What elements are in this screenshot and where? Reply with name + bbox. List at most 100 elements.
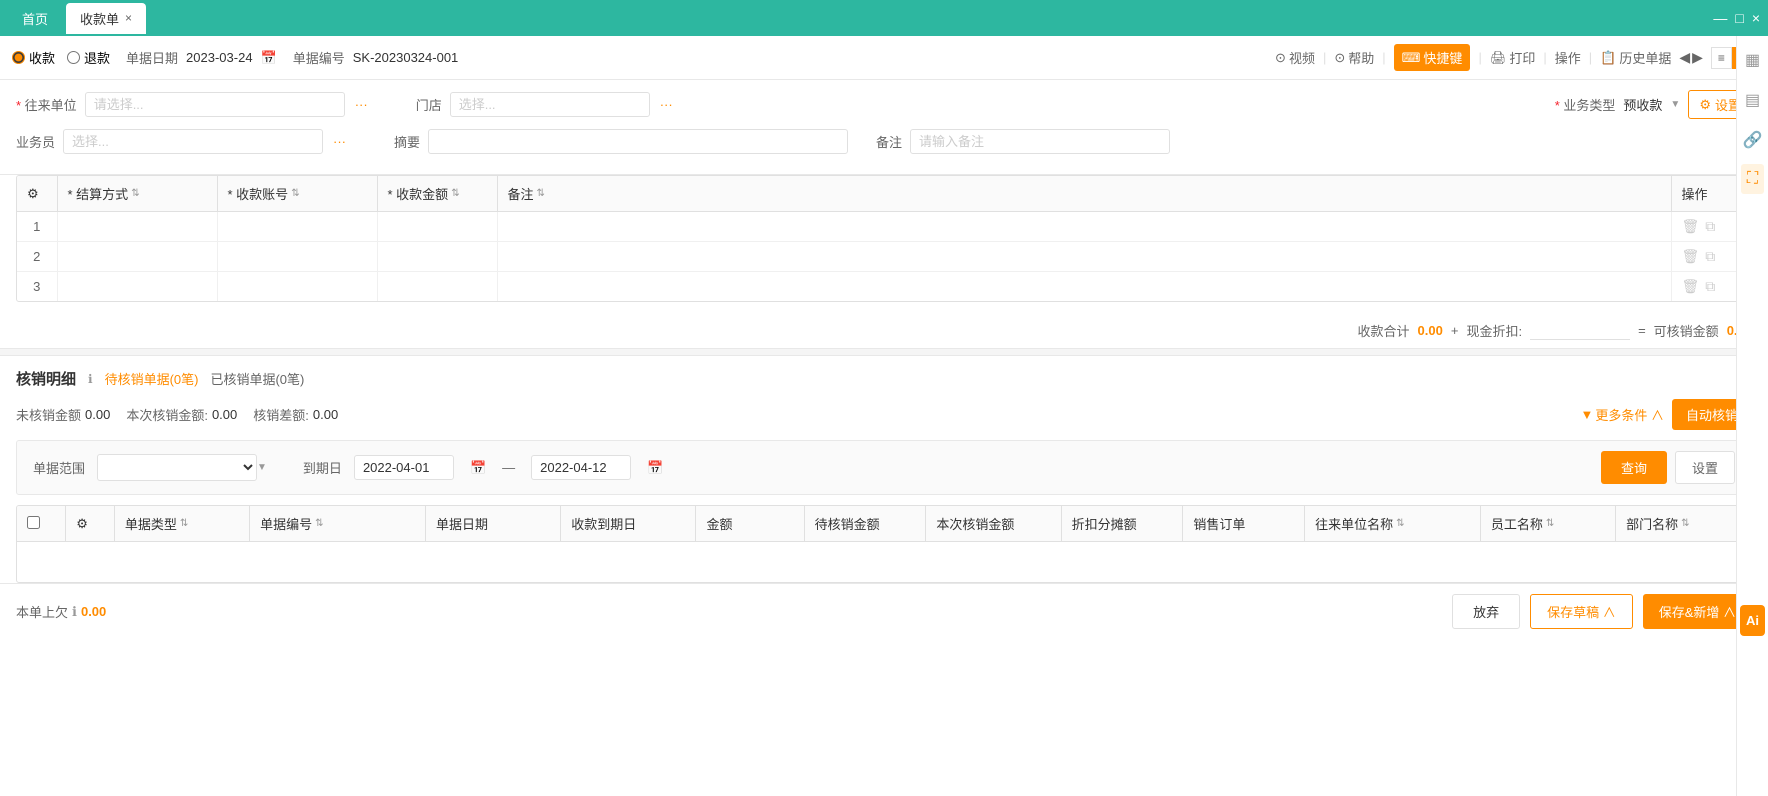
window-minimize[interactable]: —	[1713, 10, 1727, 26]
remark-input[interactable]	[910, 129, 1170, 154]
balance-label: 本单上欠	[16, 602, 68, 621]
operation-btn[interactable]: 操作	[1555, 48, 1581, 67]
staff-more[interactable]: ···	[333, 134, 346, 149]
date-label: 单据日期	[126, 48, 178, 67]
pending-tab[interactable]: 待核销单据(0笔)	[105, 369, 199, 388]
toolbar-number-info: 单据编号 SK-20230324-001	[293, 48, 459, 67]
view-list-btn[interactable]: ≡	[1711, 47, 1732, 69]
tab-receipt-close[interactable]: ×	[125, 11, 132, 25]
bth-amount: 金额	[696, 506, 804, 542]
sidebar-icon-2[interactable]: ▤	[1739, 84, 1766, 116]
sidebar-icon-3[interactable]: 🔗	[1737, 124, 1768, 156]
footer-left: 本单上欠 ℹ 0.00	[16, 602, 106, 621]
print-btn[interactable]: 🖨 打印	[1490, 48, 1536, 67]
bth-current: 本次核销金额	[926, 506, 1061, 542]
verify-stats: 未核销金额 0.00 本次核销金额: 0.00 核销差额: 0.00 ▼ 更多条…	[16, 399, 1752, 430]
summary-input[interactable]	[428, 129, 848, 154]
delete-icon-3[interactable]: 🗑	[1682, 278, 1700, 295]
verify-stats-right: ▼ 更多条件 ∧ 自动核销	[1580, 399, 1752, 430]
cell-remark-2[interactable]	[497, 242, 1671, 272]
divider2: |	[1382, 50, 1385, 65]
video-btn[interactable]: ⊙ 视频	[1275, 48, 1315, 67]
window-close[interactable]: ×	[1752, 10, 1760, 26]
bth-staff: 员工名称⇅	[1480, 506, 1615, 542]
cell-settlement-3[interactable]	[57, 272, 217, 302]
radio-refund-label: 退款	[84, 48, 110, 67]
history-btn[interactable]: 📋 历史单据	[1600, 48, 1671, 67]
cal-to-icon[interactable]: 📅	[647, 460, 663, 476]
discount-input[interactable]	[1530, 320, 1630, 340]
radio-refund-input[interactable]	[67, 51, 80, 64]
form-row-2: 业务员 ··· 摘要 备注	[16, 129, 1752, 154]
cal-from-icon[interactable]: 📅	[470, 460, 486, 476]
copy-icon-2[interactable]: ⧉	[1705, 248, 1715, 265]
more-conditions-btn[interactable]: ▼ 更多条件 ∧	[1580, 405, 1664, 424]
row-num-2: 2	[17, 242, 57, 272]
nav-prev[interactable]: ◀	[1679, 49, 1690, 66]
cell-account-3[interactable]	[217, 272, 377, 302]
equals-sign: =	[1638, 323, 1646, 338]
staff-input[interactable]	[63, 129, 323, 154]
completed-tab[interactable]: 已核销单据(0笔)	[210, 369, 304, 388]
copy-icon-3[interactable]: ⧉	[1705, 278, 1715, 295]
radio-receive-label: 收款	[29, 48, 55, 67]
cell-amount-2[interactable]	[377, 242, 497, 272]
copy-icon-1[interactable]: ⧉	[1705, 218, 1715, 235]
help-btn[interactable]: ⊙ 帮助	[1334, 48, 1374, 67]
nav-arrows: ◀ ▶	[1679, 49, 1703, 66]
sort-icon-remark[interactable]: ⇅	[537, 188, 545, 199]
shortcut-btn[interactable]: ⌨ 快捷键	[1394, 44, 1471, 71]
shop-more[interactable]: ···	[660, 97, 673, 112]
shop-input[interactable]	[450, 92, 650, 117]
business-type-chevron[interactable]: ▼	[1670, 99, 1680, 110]
radio-receive-input[interactable]	[12, 51, 25, 64]
sidebar-icon-1[interactable]: ▦	[1739, 44, 1766, 76]
sort-icon-amount[interactable]: ⇅	[451, 188, 459, 199]
select-all-checkbox[interactable]	[27, 516, 40, 529]
bth-settings[interactable]	[17, 506, 66, 542]
calendar-icon[interactable]: 📅	[261, 50, 277, 66]
cell-remark-3[interactable]	[497, 272, 1671, 302]
date-settings-btn[interactable]: 设置	[1675, 451, 1735, 484]
cell-settlement-2[interactable]	[57, 242, 217, 272]
radio-refund[interactable]: 退款	[67, 48, 110, 67]
tab-home[interactable]: 首页	[8, 3, 62, 34]
nav-next[interactable]: ▶	[1692, 49, 1703, 66]
bth-gear[interactable]: ⚙	[66, 506, 115, 542]
bottom-table-section: ⚙ 单据类型⇅ 单据编号⇅ 单据日期 收款到期日	[0, 505, 1768, 583]
radio-group: 收款 退款	[12, 48, 110, 67]
query-btn[interactable]: 查询	[1601, 451, 1667, 484]
verify-info-icon[interactable]: ℹ	[88, 372, 93, 386]
cell-remark-1[interactable]	[497, 212, 1671, 242]
cell-amount-1[interactable]	[377, 212, 497, 242]
settings-icon: ⚙	[1699, 97, 1711, 113]
sort-icon-account[interactable]: ⇅	[291, 188, 299, 199]
counterpart-input[interactable]	[85, 92, 345, 117]
print-icon: 🖨	[1490, 50, 1507, 66]
cell-account-1[interactable]	[217, 212, 377, 242]
remark-label: 备注	[876, 132, 902, 151]
sidebar-icon-4[interactable]: ⛶	[1741, 164, 1764, 194]
abandon-btn[interactable]: 放弃	[1452, 594, 1520, 629]
balance-info-icon[interactable]: ℹ	[72, 604, 77, 620]
delete-icon-2[interactable]: 🗑	[1682, 248, 1700, 265]
tab-receipt[interactable]: 收款单 ×	[66, 3, 146, 34]
save-draft-btn[interactable]: 保存草稿 ∧	[1530, 594, 1633, 629]
date-to-input[interactable]	[531, 455, 631, 480]
print-label: 打印	[1509, 48, 1535, 67]
th-settings[interactable]: ⚙	[17, 176, 57, 212]
window-maximize[interactable]: □	[1735, 10, 1743, 26]
sort-icon-settlement[interactable]: ⇅	[131, 188, 139, 199]
ai-button[interactable]: Ai	[1740, 605, 1765, 636]
number-label: 单据编号	[293, 48, 345, 67]
delete-icon-1[interactable]: 🗑	[1682, 218, 1700, 235]
counterpart-more[interactable]: ···	[355, 97, 368, 112]
cell-account-2[interactable]	[217, 242, 377, 272]
cell-settlement-1[interactable]	[57, 212, 217, 242]
cell-amount-3[interactable]	[377, 272, 497, 302]
section-divider	[0, 348, 1768, 356]
footer: 本单上欠 ℹ 0.00 放弃 保存草稿 ∧ 保存&新增 ∧	[0, 583, 1768, 639]
radio-receive[interactable]: 收款	[12, 48, 55, 67]
date-from-input[interactable]	[354, 455, 454, 480]
range-select[interactable]	[97, 454, 257, 481]
